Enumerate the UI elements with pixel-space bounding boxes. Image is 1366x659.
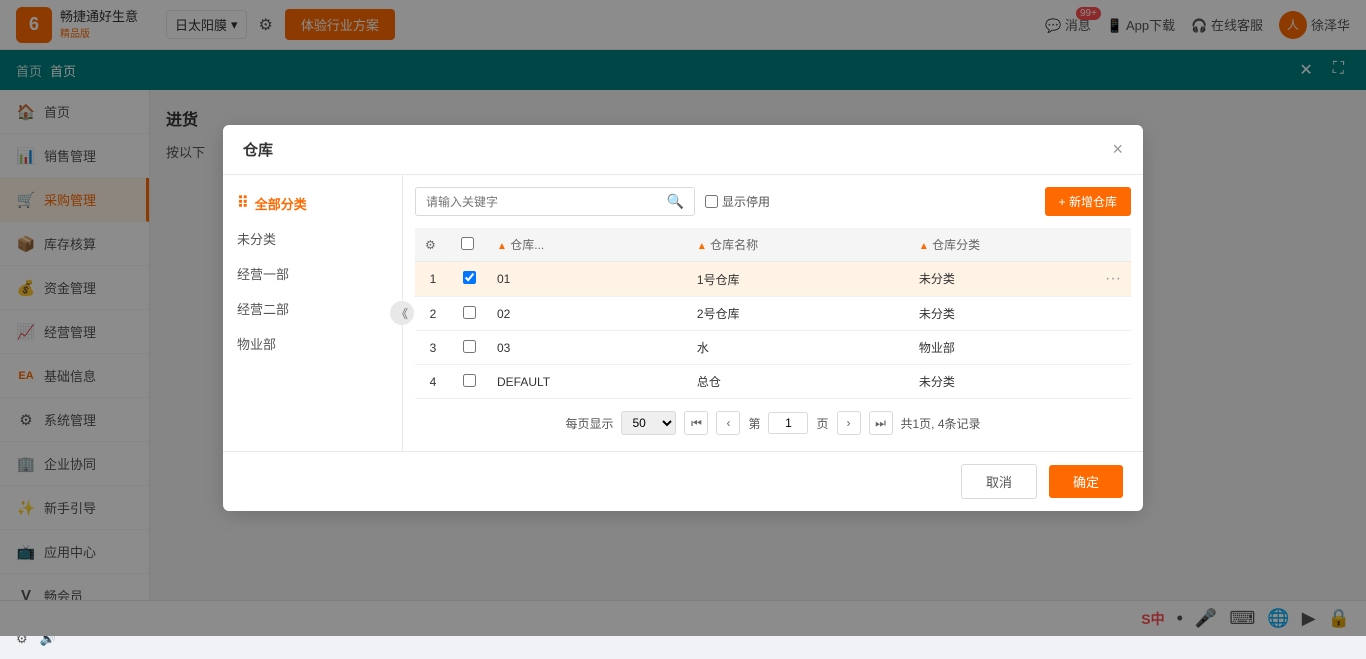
modal-footer: 取消 确定 <box>223 451 1143 511</box>
row-name: 水 <box>687 331 909 365</box>
first-page-button[interactable]: ⏮ <box>684 411 708 435</box>
row-category: 未分类 <box>909 297 1131 331</box>
table-row[interactable]: 3 03 水 物业部 <box>415 331 1131 365</box>
modal-close-icon[interactable]: × <box>1112 139 1123 160</box>
category-item-dept2[interactable]: 经营二部 <box>223 291 402 326</box>
table-toolbar: 🔍 显示停用 + 新增仓库 <box>415 187 1131 216</box>
table-header-row: ⚙ ▲ 仓库... ▲ 仓库名称 ▲ <box>415 228 1131 262</box>
category-all[interactable]: ⠿ 全部分类 <box>223 185 402 221</box>
search-icon[interactable]: 🔍 <box>667 193 684 210</box>
table-body: 1 01 1号仓库 未分类··· 2 02 2号仓库 未分类 3 03 水 物业… <box>415 262 1131 399</box>
search-box[interactable]: 🔍 <box>415 187 695 216</box>
category-item-property[interactable]: 物业部 <box>223 326 402 361</box>
table-row[interactable]: 4 DEFAULT 总仓 未分类 <box>415 365 1131 399</box>
per-page-select[interactable]: 50 20 100 <box>621 411 676 435</box>
row-num: 3 <box>415 331 451 365</box>
row-code: DEFAULT <box>487 365 687 399</box>
row-checkbox[interactable] <box>463 374 476 387</box>
last-page-button[interactable]: ⏭ <box>869 411 893 435</box>
add-warehouse-button[interactable]: + 新增仓库 <box>1045 187 1131 216</box>
cancel-button[interactable]: 取消 <box>961 464 1037 499</box>
row-num: 1 <box>415 262 451 297</box>
row-checkbox[interactable] <box>463 271 476 284</box>
row-checkbox-cell[interactable] <box>451 331 487 365</box>
show-disabled-checkbox[interactable] <box>705 195 718 208</box>
sort-icon-name: ▲ <box>697 241 707 252</box>
category-collapse-button[interactable]: 《 <box>390 301 414 325</box>
row-category: 未分类··· <box>909 262 1131 297</box>
warehouse-modal: 仓库 × ⠿ 全部分类 未分类 经营一部 经营二部 物业部 《 <box>223 125 1143 511</box>
category-panel: ⠿ 全部分类 未分类 经营一部 经营二部 物业部 《 <box>223 175 403 451</box>
category-item-dept1[interactable]: 经营一部 <box>223 256 402 291</box>
select-all-checkbox[interactable] <box>461 237 474 250</box>
show-disabled-label[interactable]: 显示停用 <box>705 193 770 210</box>
modal-title: 仓库 <box>243 139 273 160</box>
row-checkbox[interactable] <box>463 306 476 319</box>
gear-col-icon: ⚙ <box>425 238 436 252</box>
category-grid-icon: ⠿ <box>237 193 249 213</box>
modal-header: 仓库 × <box>223 125 1143 175</box>
col-checkbox <box>451 228 487 262</box>
col-name: ▲ 仓库名称 <box>687 228 909 262</box>
row-checkbox-cell[interactable] <box>451 262 487 297</box>
row-name: 2号仓库 <box>687 297 909 331</box>
row-name: 总仓 <box>687 365 909 399</box>
row-name: 1号仓库 <box>687 262 909 297</box>
modal-body: ⠿ 全部分类 未分类 经营一部 经营二部 物业部 《 🔍 <box>223 175 1143 451</box>
row-category: 未分类 <box>909 365 1131 399</box>
modal-overlay[interactable]: 仓库 × ⠿ 全部分类 未分类 经营一部 经营二部 物业部 《 <box>0 0 1366 636</box>
row-num: 4 <box>415 365 451 399</box>
row-num: 2 <box>415 297 451 331</box>
sort-up-icon: ▲ <box>497 241 507 252</box>
confirm-button[interactable]: 确定 <box>1049 465 1123 498</box>
col-gear: ⚙ <box>415 228 451 262</box>
row-checkbox[interactable] <box>463 340 476 353</box>
row-code: 03 <box>487 331 687 365</box>
sort-icon-category: ▲ <box>919 241 929 252</box>
next-page-button[interactable]: › <box>837 411 861 435</box>
row-code: 02 <box>487 297 687 331</box>
category-item-unclassified[interactable]: 未分类 <box>223 221 402 256</box>
pagination: 每页显示 50 20 100 ⏮ ‹ 第 页 › ⏭ 共1页, 4条记录 <box>415 399 1131 439</box>
row-checkbox-cell[interactable] <box>451 365 487 399</box>
row-code: 01 <box>487 262 687 297</box>
search-input[interactable] <box>426 195 667 209</box>
warehouse-table: ⚙ ▲ 仓库... ▲ 仓库名称 ▲ <box>415 228 1131 399</box>
row-category: 物业部 <box>909 331 1131 365</box>
page-number-input[interactable] <box>768 412 808 434</box>
table-row[interactable]: 1 01 1号仓库 未分类··· <box>415 262 1131 297</box>
col-category: ▲ 仓库分类 <box>909 228 1131 262</box>
prev-page-button[interactable]: ‹ <box>716 411 740 435</box>
table-panel: 🔍 显示停用 + 新增仓库 ⚙ ▲ <box>403 175 1143 451</box>
table-row[interactable]: 2 02 2号仓库 未分类 <box>415 297 1131 331</box>
row-checkbox-cell[interactable] <box>451 297 487 331</box>
more-btn[interactable]: ··· <box>1105 270 1121 288</box>
col-code: ▲ 仓库... <box>487 228 687 262</box>
